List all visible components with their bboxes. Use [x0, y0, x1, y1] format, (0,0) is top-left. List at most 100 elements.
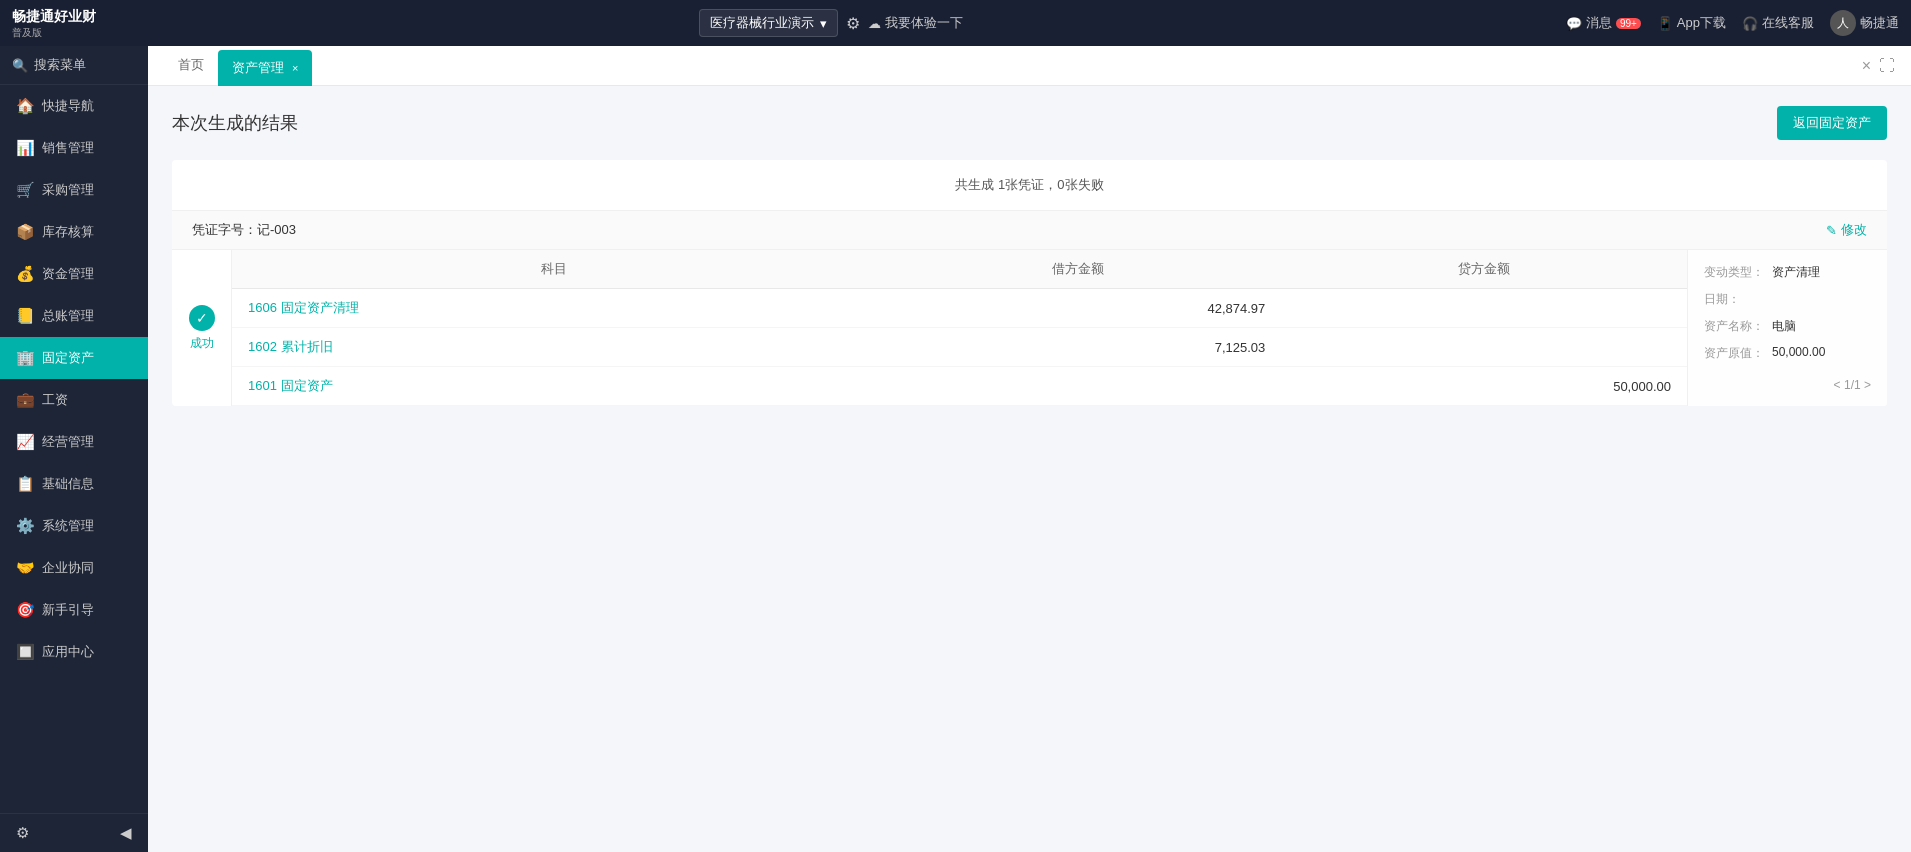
debit-cell-3 — [876, 367, 1282, 406]
tab-home-label: 首页 — [178, 56, 204, 74]
app-name: 畅捷通好业财 — [12, 7, 96, 25]
try-button[interactable]: ☁ 我要体验一下 — [868, 14, 963, 32]
success-icon: ✓ — [189, 305, 215, 331]
sales-icon: 📊 — [16, 139, 34, 157]
sidebar-label-business: 经营管理 — [42, 433, 94, 451]
debit-cell-1: 42,874.97 — [876, 289, 1282, 328]
messages-label: 消息 — [1586, 14, 1612, 32]
sidebar-label-basic-info: 基础信息 — [42, 475, 94, 493]
sidebar-bottom: ⚙ ◀ — [0, 813, 148, 852]
sidebar-item-fixed-assets[interactable]: 🏢 固定资产 — [0, 337, 148, 379]
sidebar-label-system: 系统管理 — [42, 517, 94, 535]
funds-icon: 💰 — [16, 265, 34, 283]
credit-cell-2 — [1281, 328, 1687, 367]
app-download-label: App下载 — [1677, 14, 1726, 32]
debit-cell-2: 7,125.03 — [876, 328, 1282, 367]
voucher-number: 凭证字号：记-003 — [192, 221, 296, 239]
asset-name-label: 资产名称： — [1704, 318, 1764, 335]
app-logo: 畅捷通好业财 普及版 — [12, 7, 96, 38]
sidebar-label-salary: 工资 — [42, 391, 68, 409]
page-info: 1/1 — [1844, 378, 1864, 392]
window-expand-button[interactable]: ⛶ — [1879, 57, 1895, 75]
sidebar-item-app-center[interactable]: 🔲 应用中心 — [0, 631, 148, 673]
cloud-icon: ☁ — [868, 16, 881, 31]
sidebar-label-enterprise: 企业协同 — [42, 559, 94, 577]
sidebar-item-basic-info[interactable]: 📋 基础信息 — [0, 463, 148, 505]
sidebar-label-funds: 资金管理 — [42, 265, 94, 283]
user-item[interactable]: 人 畅捷通 — [1830, 10, 1899, 36]
original-value-value: 50,000.00 — [1772, 345, 1825, 362]
sidebar-label-inventory: 库存核算 — [42, 223, 94, 241]
messages-badge: 99+ — [1616, 18, 1641, 29]
company-selector[interactable]: 医疗器械行业演示 ▾ — [699, 9, 838, 37]
top-bar-left: 畅捷通好业财 普及版 — [12, 7, 96, 38]
pagination[interactable]: < 1/1 > — [1704, 378, 1871, 392]
edit-label: 修改 — [1841, 221, 1867, 239]
app-edition: 普及版 — [12, 26, 96, 39]
table-row: 1606 固定资产清理 42,874.97 — [232, 289, 1687, 328]
sidebar-item-business[interactable]: 📈 经营管理 — [0, 421, 148, 463]
sidebar-item-quick-nav[interactable]: 🏠 快捷导航 — [0, 85, 148, 127]
subject-cell-2: 1602 累计折旧 — [232, 328, 876, 367]
salary-icon: 💼 — [16, 391, 34, 409]
search-label: 搜索菜单 — [34, 56, 86, 74]
date-row: 日期： — [1704, 291, 1871, 308]
col-subject: 科目 — [232, 250, 876, 289]
sidebar-item-inventory[interactable]: 📦 库存核算 — [0, 211, 148, 253]
credit-cell-3: 50,000.00 — [1281, 367, 1687, 406]
sidebar-label-fixed-assets: 固定资产 — [42, 349, 94, 367]
sidebar-item-enterprise[interactable]: 🤝 企业协同 — [0, 547, 148, 589]
home-icon: 🏠 — [16, 97, 34, 115]
col-debit: 借方金额 — [876, 250, 1282, 289]
tab-asset-mgmt[interactable]: 资产管理 × — [218, 50, 312, 86]
sidebar-item-ledger[interactable]: 📒 总账管理 — [0, 295, 148, 337]
content-area: 首页 资产管理 × × ⛶ 本次生成的结果 返回固定资产 共生成 1张凭证，0张… — [148, 46, 1911, 852]
sidebar: 🔍 搜索菜单 🏠 快捷导航 📊 销售管理 🛒 采购管理 📦 库存核算 💰 资金管… — [0, 46, 148, 852]
change-type-label: 变动类型： — [1704, 264, 1764, 281]
settings-icon[interactable]: ⚙ — [846, 14, 860, 33]
messages-item[interactable]: 💬 消息 99+ — [1566, 14, 1641, 32]
sidebar-label-guide: 新手引导 — [42, 601, 94, 619]
chevron-down-icon: ▾ — [820, 16, 827, 31]
sidebar-item-salary[interactable]: 💼 工资 — [0, 379, 148, 421]
app-center-icon: 🔲 — [16, 643, 34, 661]
headset-icon: 🎧 — [1742, 16, 1758, 31]
next-page-icon[interactable]: > — [1864, 378, 1871, 392]
sidebar-label-app-center: 应用中心 — [42, 643, 94, 661]
online-service-item[interactable]: 🎧 在线客服 — [1742, 14, 1814, 32]
tab-close-icon[interactable]: × — [292, 62, 298, 74]
return-button[interactable]: 返回固定资产 — [1777, 106, 1887, 140]
sidebar-item-purchase[interactable]: 🛒 采购管理 — [0, 169, 148, 211]
prev-page-icon[interactable]: < — [1834, 378, 1841, 392]
side-panel: 变动类型： 资产清理 日期： 资产名称： 电脑 — [1687, 250, 1887, 406]
basic-info-icon: 📋 — [16, 475, 34, 493]
app-download-item[interactable]: 📱 App下载 — [1657, 14, 1726, 32]
top-bar-center: 医疗器械行业演示 ▾ ⚙ ☁ 我要体验一下 — [699, 9, 963, 37]
sidebar-item-funds[interactable]: 💰 资金管理 — [0, 253, 148, 295]
tab-bar: 首页 资产管理 × × ⛶ — [148, 46, 1911, 86]
edit-button[interactable]: ✎ 修改 — [1826, 221, 1867, 239]
sidebar-item-system[interactable]: ⚙️ 系统管理 — [0, 505, 148, 547]
top-bar-right: 💬 消息 99+ 📱 App下载 🎧 在线客服 人 畅捷通 — [1566, 10, 1899, 36]
sidebar-item-sales[interactable]: 📊 销售管理 — [0, 127, 148, 169]
window-close-button[interactable]: × — [1862, 57, 1871, 75]
online-service-label: 在线客服 — [1762, 14, 1814, 32]
sidebar-search[interactable]: 🔍 搜索菜单 — [0, 46, 148, 85]
voucher-header: 凭证字号：记-003 ✎ 修改 — [172, 211, 1887, 250]
fixed-assets-icon: 🏢 — [16, 349, 34, 367]
table-section: 科目 借方金额 贷方金额 1606 固定资产清理 42,874. — [232, 250, 1687, 406]
col-credit: 贷方金额 — [1281, 250, 1687, 289]
original-value-label: 资产原值： — [1704, 345, 1764, 362]
sidebar-label-ledger: 总账管理 — [42, 307, 94, 325]
sidebar-item-guide[interactable]: 🎯 新手引导 — [0, 589, 148, 631]
table-row: 1602 累计折旧 7,125.03 — [232, 328, 1687, 367]
enterprise-icon: 🤝 — [16, 559, 34, 577]
credit-cell-1 — [1281, 289, 1687, 328]
edit-icon: ✎ — [1826, 223, 1837, 238]
tab-home[interactable]: 首页 — [164, 46, 218, 86]
gear-icon[interactable]: ⚙ — [16, 824, 29, 842]
collapse-icon[interactable]: ◀ — [120, 824, 132, 842]
change-type-value: 资产清理 — [1772, 264, 1820, 281]
voucher-table: 科目 借方金额 贷方金额 1606 固定资产清理 42,874. — [232, 250, 1687, 406]
result-summary: 共生成 1张凭证，0张失败 — [172, 160, 1887, 211]
